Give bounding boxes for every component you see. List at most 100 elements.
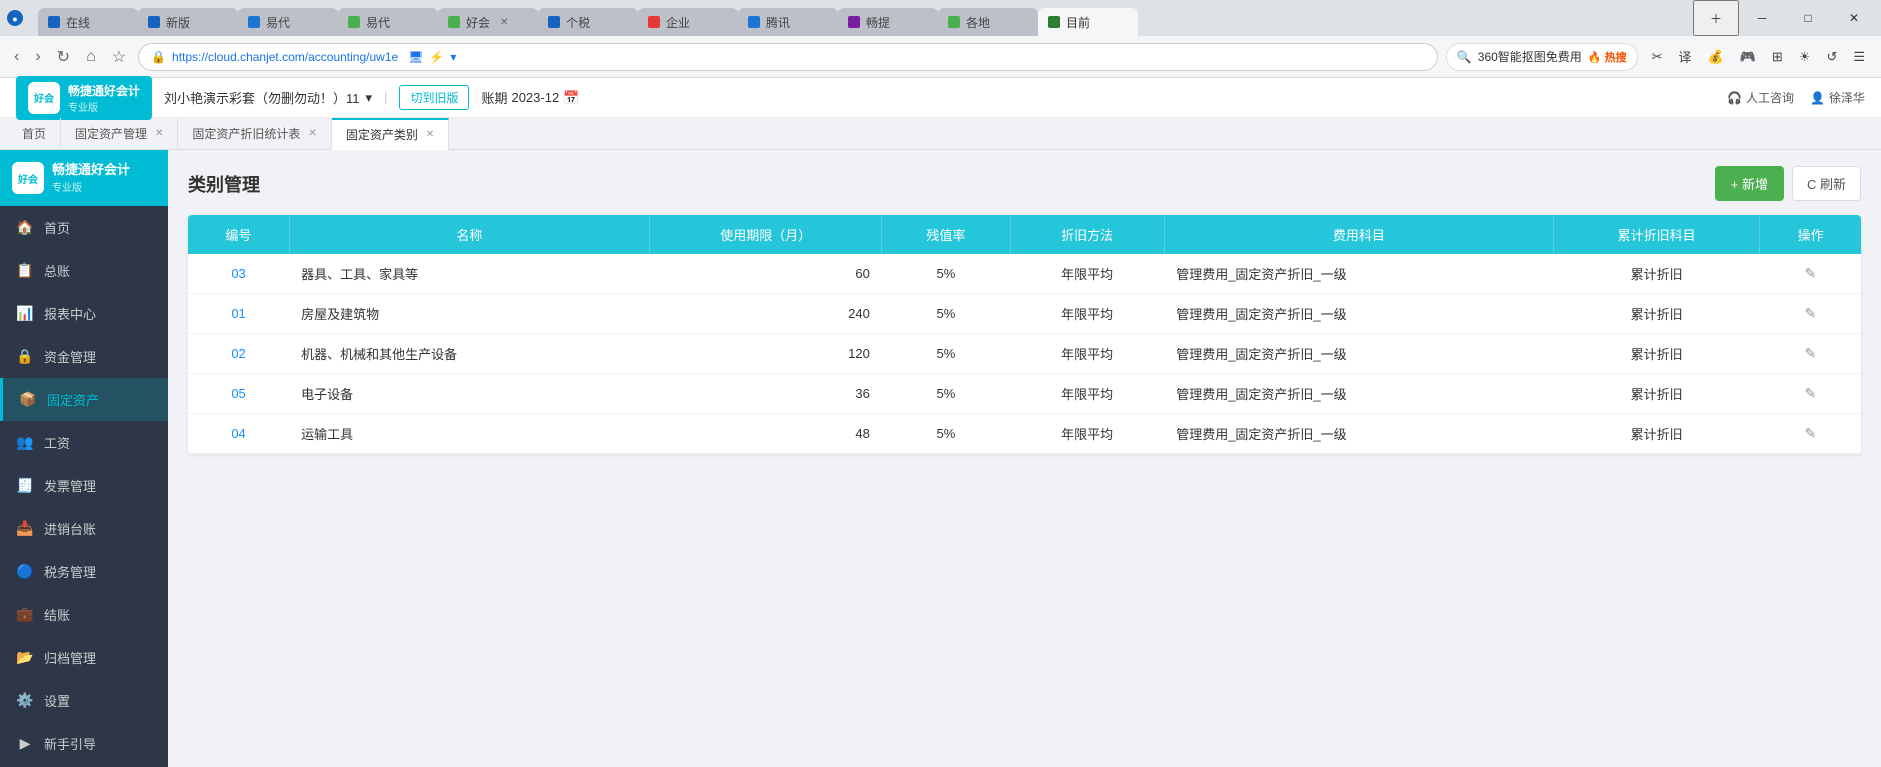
browser-tab-t4[interactable]: 易代 bbox=[338, 8, 438, 36]
address-bar[interactable]: 🔒 https://cloud.chanjet.com/accounting/u… bbox=[138, 43, 1438, 71]
app-tab-label: 固定资产折旧统计表 bbox=[192, 125, 300, 142]
search-area[interactable]: 🔍 360智能抠图免费用 🔥 热搜 bbox=[1446, 43, 1638, 71]
edit-icon[interactable]: ✎ bbox=[1805, 385, 1817, 401]
sidebar-icon-guide: ▶ bbox=[16, 735, 34, 753]
categories-table: 编号名称使用期限（月）残值率折旧方法费用科目累计折旧科目操作 03器具、工具、家… bbox=[188, 215, 1861, 454]
cell-action[interactable]: ✎ bbox=[1760, 414, 1861, 454]
cell-months: 36 bbox=[650, 374, 882, 414]
sidebar-item-purchase[interactable]: 📥进销台账 bbox=[0, 507, 168, 550]
period-selector[interactable]: 账期 2023-12 📅 bbox=[481, 88, 579, 107]
period-label: 账期 bbox=[481, 88, 507, 107]
back-btn[interactable]: ‹ bbox=[10, 44, 23, 70]
browser-tab-t10[interactable]: 各地 bbox=[938, 8, 1038, 36]
cell-expense: 管理费用_固定资产折旧_一级 bbox=[1164, 334, 1553, 374]
close-btn[interactable]: ✕ bbox=[1831, 0, 1877, 36]
sidebar-icon-capital: 🔒 bbox=[16, 348, 34, 366]
switch-version-btn[interactable]: 切到旧版 bbox=[399, 85, 469, 110]
edit-icon[interactable]: ✎ bbox=[1805, 265, 1817, 281]
cell-residual: 5% bbox=[882, 414, 1010, 454]
sidebar-label-home: 首页 bbox=[44, 218, 70, 237]
sidebar-icon-home: 🏠 bbox=[16, 219, 34, 237]
sidebar-item-salary[interactable]: 👥工资 bbox=[0, 421, 168, 464]
browser-tab-t8[interactable]: 腾讯 bbox=[738, 8, 838, 36]
wallet-btn[interactable]: 💰 bbox=[1702, 47, 1730, 67]
content-body: 类别管理 + 新增 C 刷新 编号名称使用期限（月）残值率折旧方法费用科目累计折… bbox=[168, 150, 1881, 470]
home-btn[interactable]: ⌂ bbox=[82, 44, 100, 70]
translate-btn[interactable]: 译 bbox=[1672, 45, 1697, 68]
browser-tabs-area: 在线新版易代易代好会✕个税企业腾讯畅提各地目前 bbox=[30, 0, 1693, 36]
new-tab-btn[interactable]: ＋ bbox=[1693, 0, 1739, 36]
cell-depreciation: 累计折旧 bbox=[1554, 254, 1760, 294]
edit-icon[interactable]: ✎ bbox=[1805, 305, 1817, 321]
grid-btn[interactable]: ⊞ bbox=[1766, 47, 1789, 67]
app-tab-home-tab[interactable]: 首页 bbox=[8, 118, 61, 150]
cell-depreciation: 累计折旧 bbox=[1554, 294, 1760, 334]
sidebar-item-ledger[interactable]: 📋总账 bbox=[0, 249, 168, 292]
sidebar-item-fixed[interactable]: 📦固定资产 bbox=[0, 378, 168, 421]
sidebar-label-reports: 报表中心 bbox=[44, 304, 96, 323]
app-tab-category-tab[interactable]: 固定资产类别✕ bbox=[332, 118, 449, 150]
company-selector[interactable]: 刘小艳演示彩套（勿删勿动！）11 ▾ bbox=[164, 88, 372, 107]
sidebar-item-checkout[interactable]: 💼结账 bbox=[0, 593, 168, 636]
scissors-btn[interactable]: ✂ bbox=[1646, 47, 1669, 67]
tab-close-icon[interactable]: ✕ bbox=[155, 128, 163, 139]
cell-action[interactable]: ✎ bbox=[1760, 254, 1861, 294]
forward-btn[interactable]: › bbox=[31, 44, 44, 70]
sidebar-item-capital[interactable]: 🔒资金管理 bbox=[0, 335, 168, 378]
main-layout: 好会畅捷通好会计专业版🏠首页📋总账📊报表中心🔒资金管理📦固定资产👥工资🧾发票管理… bbox=[0, 150, 1881, 767]
menu-btn[interactable]: ☰ bbox=[1847, 47, 1871, 67]
logo-sub-text: 专业版 bbox=[52, 179, 130, 194]
browser-tab-t1[interactable]: 在线 bbox=[38, 8, 138, 36]
user-info[interactable]: 👤 徐泽华 bbox=[1810, 89, 1865, 106]
refresh-btn[interactable]: C 刷新 bbox=[1792, 166, 1861, 201]
sidebar-item-archive[interactable]: 📂归档管理 bbox=[0, 636, 168, 679]
sidebar-item-invoice[interactable]: 🧾发票管理 bbox=[0, 464, 168, 507]
browser-tab-t7[interactable]: 企业 bbox=[638, 8, 738, 36]
content-area: 类别管理 + 新增 C 刷新 编号名称使用期限（月）残值率折旧方法费用科目累计折… bbox=[168, 150, 1881, 767]
browser-tab-t3[interactable]: 易代 bbox=[238, 8, 338, 36]
sidebar-icon-purchase: 📥 bbox=[16, 520, 34, 538]
sidebar-item-reports[interactable]: 📊报表中心 bbox=[0, 292, 168, 335]
cell-name: 电子设备 bbox=[289, 374, 649, 414]
sidebar-icon-fixed: 📦 bbox=[19, 391, 37, 409]
minimize-btn[interactable]: ─ bbox=[1739, 0, 1785, 36]
undo-btn[interactable]: ↺ bbox=[1820, 47, 1843, 67]
bookmark-btn[interactable]: ☆ bbox=[108, 43, 130, 71]
service-btn[interactable]: 🎧 人工咨询 bbox=[1727, 89, 1794, 106]
browser-tab-t5[interactable]: 好会✕ bbox=[438, 8, 538, 36]
tab-close-icon[interactable]: ✕ bbox=[426, 129, 434, 140]
cell-method: 年限平均 bbox=[1010, 254, 1164, 294]
browser-tab-t9[interactable]: 畅提 bbox=[838, 8, 938, 36]
app-tab-fixed-mgmt-tab[interactable]: 固定资产管理 ✕ bbox=[61, 118, 178, 150]
col-header-1: 名称 bbox=[289, 215, 649, 254]
brightness-btn[interactable]: ☀ bbox=[1793, 47, 1817, 67]
cell-action[interactable]: ✎ bbox=[1760, 334, 1861, 374]
reload-btn[interactable]: ↻ bbox=[53, 43, 74, 71]
cell-method: 年限平均 bbox=[1010, 294, 1164, 334]
lock-icon: 🔒 bbox=[151, 50, 166, 64]
cell-action[interactable]: ✎ bbox=[1760, 374, 1861, 414]
add-btn[interactable]: + 新增 bbox=[1715, 166, 1784, 201]
sidebar-item-tax[interactable]: 🔵税务管理 bbox=[0, 550, 168, 593]
cell-expense: 管理费用_固定资产折旧_一级 bbox=[1164, 294, 1553, 334]
lightning-icon: ⚡ bbox=[429, 50, 444, 64]
tab-close-icon[interactable]: ✕ bbox=[308, 128, 316, 139]
cell-months: 48 bbox=[650, 414, 882, 454]
address-text: https://cloud.chanjet.com/accounting/uw1… bbox=[172, 50, 398, 64]
sidebar-item-guide[interactable]: ▶新手引导 bbox=[0, 722, 168, 765]
sidebar-item-settings[interactable]: ⚙️设置 bbox=[0, 679, 168, 722]
browser-tab-t11[interactable]: 目前 bbox=[1038, 8, 1138, 36]
cell-code: 02 bbox=[188, 334, 289, 374]
maximize-btn[interactable]: □ bbox=[1785, 0, 1831, 36]
logo-text-block: 畅捷通好会计专业版 bbox=[52, 162, 130, 194]
browser-tab-t6[interactable]: 个税 bbox=[538, 8, 638, 36]
game-btn[interactable]: 🎮 bbox=[1734, 47, 1762, 67]
browser-tab-t2[interactable]: 新版 bbox=[138, 8, 238, 36]
cell-action[interactable]: ✎ bbox=[1760, 294, 1861, 334]
app-tab-depreciation-tab[interactable]: 固定资产折旧统计表 ✕ bbox=[178, 118, 331, 150]
app-tab-label: 固定资产管理 bbox=[75, 125, 147, 142]
edit-icon[interactable]: ✎ bbox=[1805, 425, 1817, 441]
sidebar-label-invoice: 发票管理 bbox=[44, 476, 96, 495]
sidebar-item-home[interactable]: 🏠 首页 bbox=[0, 206, 168, 249]
edit-icon[interactable]: ✎ bbox=[1805, 345, 1817, 361]
